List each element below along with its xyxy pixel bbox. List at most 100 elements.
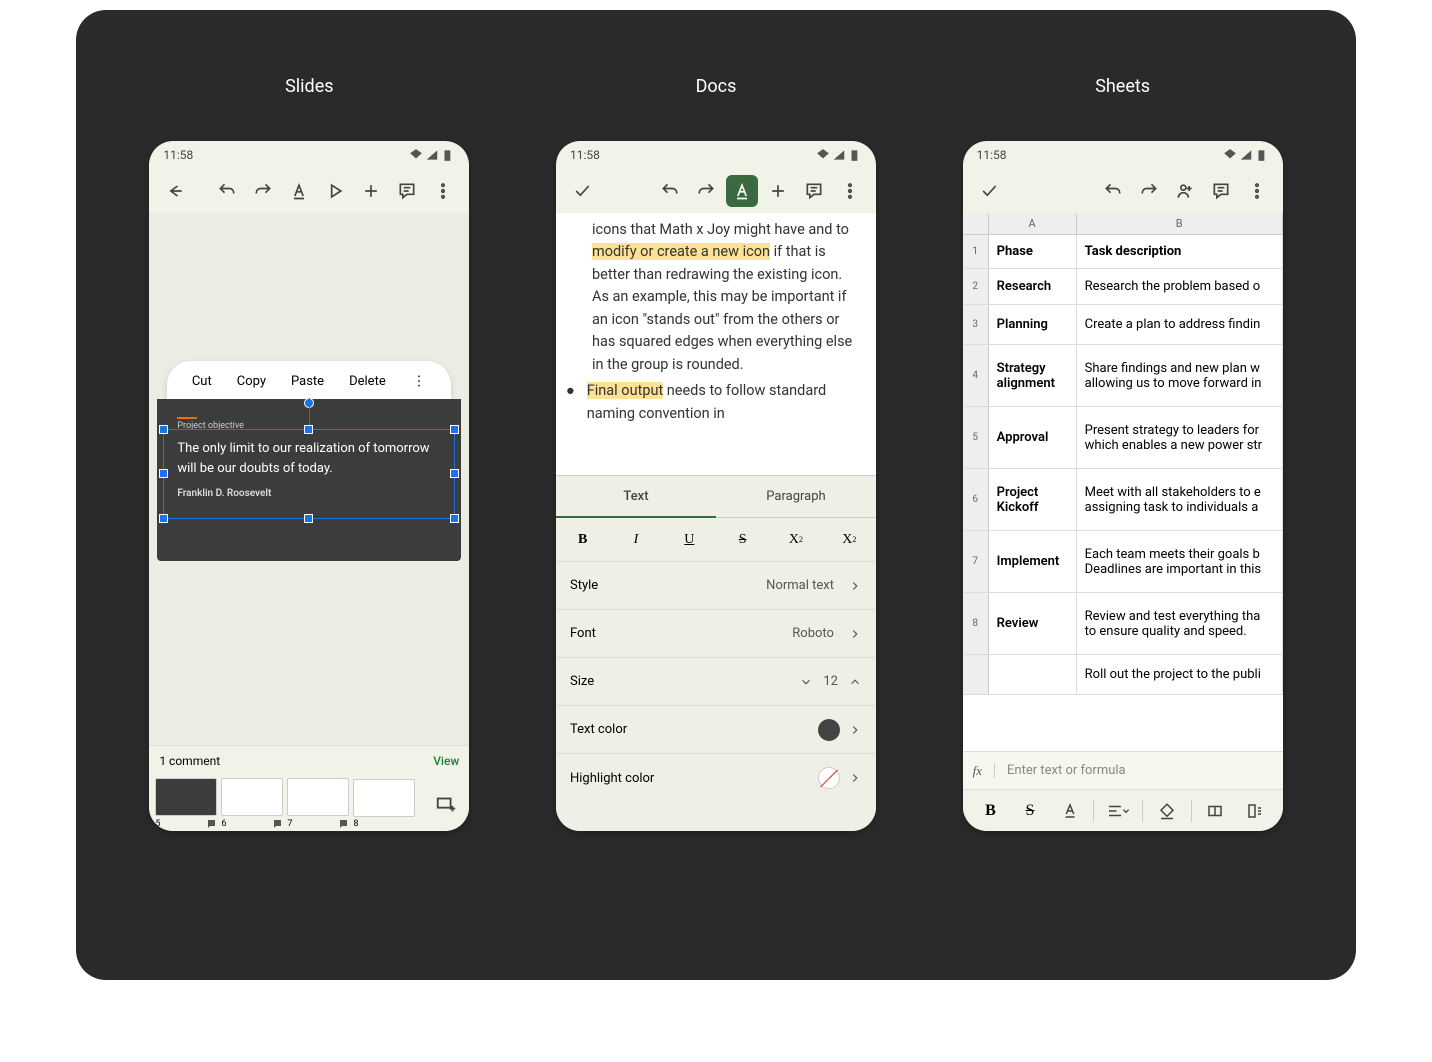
formula-bar[interactable]: fx Enter text or formula	[963, 751, 1283, 789]
ctx-cut[interactable]: Cut	[192, 374, 212, 389]
column-header-b[interactable]: B	[1077, 213, 1283, 235]
undo-button[interactable]	[1097, 175, 1129, 207]
table-row[interactable]: 5 Approval Present strategy to leaders f…	[963, 407, 1283, 469]
header-cell[interactable]: Phase	[989, 235, 1077, 268]
ctx-delete[interactable]: Delete	[349, 374, 386, 389]
table-row[interactable]: 8 Review Review and test everything tha …	[963, 593, 1283, 655]
resize-handle[interactable]	[159, 425, 168, 434]
strikethrough-button[interactable]: S	[1010, 791, 1050, 831]
fill-color-button[interactable]	[1147, 791, 1187, 831]
cell[interactable]: Research	[989, 269, 1077, 304]
slide-preview[interactable]: Project objective The only limit to our …	[157, 399, 461, 561]
cell[interactable]: Strategy alignment	[989, 345, 1077, 406]
cell[interactable]: Meet with all stakeholders to e assignin…	[1077, 469, 1283, 530]
undo-button[interactable]	[654, 175, 686, 207]
cell[interactable]: Share findings and new plan w allowing u…	[1077, 345, 1283, 406]
tab-paragraph[interactable]: Paragraph	[716, 476, 876, 518]
slide-thumb[interactable]: 5	[155, 778, 217, 830]
add-button[interactable]	[762, 175, 794, 207]
redo-button[interactable]	[1133, 175, 1165, 207]
bold-button[interactable]: B	[556, 532, 609, 548]
resize-handle[interactable]	[450, 514, 459, 523]
subscript-button[interactable]: X2	[823, 532, 876, 548]
ctx-more-icon[interactable]	[411, 373, 427, 389]
cell[interactable]: Each team meets their goals b Deadlines …	[1077, 531, 1283, 592]
table-row[interactable]: 3 Planning Create a plan to address find…	[963, 305, 1283, 345]
selection-box[interactable]	[163, 429, 455, 519]
slide-canvas[interactable]: Cut Copy Paste Delete Project objective …	[149, 213, 469, 745]
undo-button[interactable]	[211, 175, 243, 207]
cell[interactable]	[989, 655, 1077, 694]
more-button[interactable]	[1241, 175, 1273, 207]
highlight-color-row[interactable]: Highlight color	[556, 754, 876, 802]
cell[interactable]: Roll out the project to the publi	[1077, 655, 1283, 694]
add-slide-button[interactable]	[429, 787, 463, 821]
chevron-up-icon[interactable]	[848, 675, 862, 689]
comment-button[interactable]	[391, 175, 423, 207]
comment-button[interactable]	[1205, 175, 1237, 207]
column-header-a[interactable]: A	[989, 213, 1077, 235]
resize-handle[interactable]	[450, 469, 459, 478]
resize-handle[interactable]	[304, 514, 313, 523]
cell[interactable]: Approval	[989, 407, 1077, 468]
resize-handle[interactable]	[159, 469, 168, 478]
comment-button[interactable]	[798, 175, 830, 207]
cell[interactable]: Project Kickoff	[989, 469, 1077, 530]
cell[interactable]: Planning	[989, 305, 1077, 344]
cell[interactable]: Implement	[989, 531, 1077, 592]
resize-handle[interactable]	[450, 425, 459, 434]
table-row[interactable]: 1 Phase Task description	[963, 235, 1283, 269]
align-button[interactable]	[1098, 791, 1138, 831]
format-tabs: Text Paragraph	[556, 476, 876, 518]
text-color-button[interactable]	[1050, 791, 1090, 831]
redo-button[interactable]	[247, 175, 279, 207]
table-row[interactable]: 2 Research Research the problem based o	[963, 269, 1283, 305]
present-button[interactable]	[319, 175, 351, 207]
more-button[interactable]	[834, 175, 866, 207]
cell[interactable]: Present strategy to leaders for which en…	[1077, 407, 1283, 468]
text-format-button[interactable]	[726, 175, 758, 207]
text-color-row[interactable]: Text color	[556, 706, 876, 754]
cell[interactable]: Research the problem based o	[1077, 269, 1283, 304]
back-button[interactable]	[159, 175, 191, 207]
add-button[interactable]	[355, 175, 387, 207]
size-row[interactable]: Size 12	[556, 658, 876, 706]
more-button[interactable]	[427, 175, 459, 207]
redo-button[interactable]	[690, 175, 722, 207]
resize-handle[interactable]	[159, 514, 168, 523]
style-row[interactable]: Style Normal text	[556, 562, 876, 610]
cell[interactable]: Review	[989, 593, 1077, 654]
header-cell[interactable]: Task description	[1077, 235, 1283, 268]
font-row[interactable]: Font Roboto	[556, 610, 876, 658]
wrap-button[interactable]	[1235, 791, 1275, 831]
text-format-button[interactable]	[283, 175, 315, 207]
merge-button[interactable]	[1195, 791, 1235, 831]
slide-thumb[interactable]: 7	[287, 778, 349, 830]
slide-thumb[interactable]: 8	[353, 779, 415, 829]
table-row[interactable]: 6 Project Kickoff Meet with all stakehol…	[963, 469, 1283, 531]
chevron-down-icon[interactable]	[799, 675, 813, 689]
superscript-button[interactable]: X2	[769, 532, 822, 548]
cell[interactable]: Create a plan to address findin	[1077, 305, 1283, 344]
view-link[interactable]: View	[433, 754, 459, 768]
ctx-copy[interactable]: Copy	[237, 374, 266, 389]
underline-button[interactable]: U	[663, 532, 716, 548]
slide-thumb[interactable]: 6	[221, 778, 283, 830]
share-button[interactable]	[1169, 175, 1201, 207]
done-button[interactable]	[566, 175, 598, 207]
bold-button[interactable]: B	[971, 791, 1011, 831]
table-row[interactable]: 7 Implement Each team meets their goals …	[963, 531, 1283, 593]
strikethrough-button[interactable]: S	[716, 532, 769, 548]
resize-handle[interactable]	[304, 425, 313, 434]
italic-button[interactable]: I	[609, 532, 662, 548]
table-row[interactable]: Roll out the project to the publi	[963, 655, 1283, 695]
document-body[interactable]: icons that Math x Joy might have and to …	[556, 213, 876, 475]
cell[interactable]: Review and test everything tha to ensure…	[1077, 593, 1283, 654]
docs-phone: 11:58 icons that Math x Joy might have a	[556, 141, 876, 831]
ctx-paste[interactable]: Paste	[291, 374, 324, 389]
tab-text[interactable]: Text	[556, 476, 716, 518]
formula-input[interactable]: Enter text or formula	[994, 763, 1273, 778]
comment-count[interactable]: 1 comment	[159, 754, 220, 768]
done-button[interactable]	[973, 175, 1005, 207]
table-row[interactable]: 4 Strategy alignment Share findings and …	[963, 345, 1283, 407]
